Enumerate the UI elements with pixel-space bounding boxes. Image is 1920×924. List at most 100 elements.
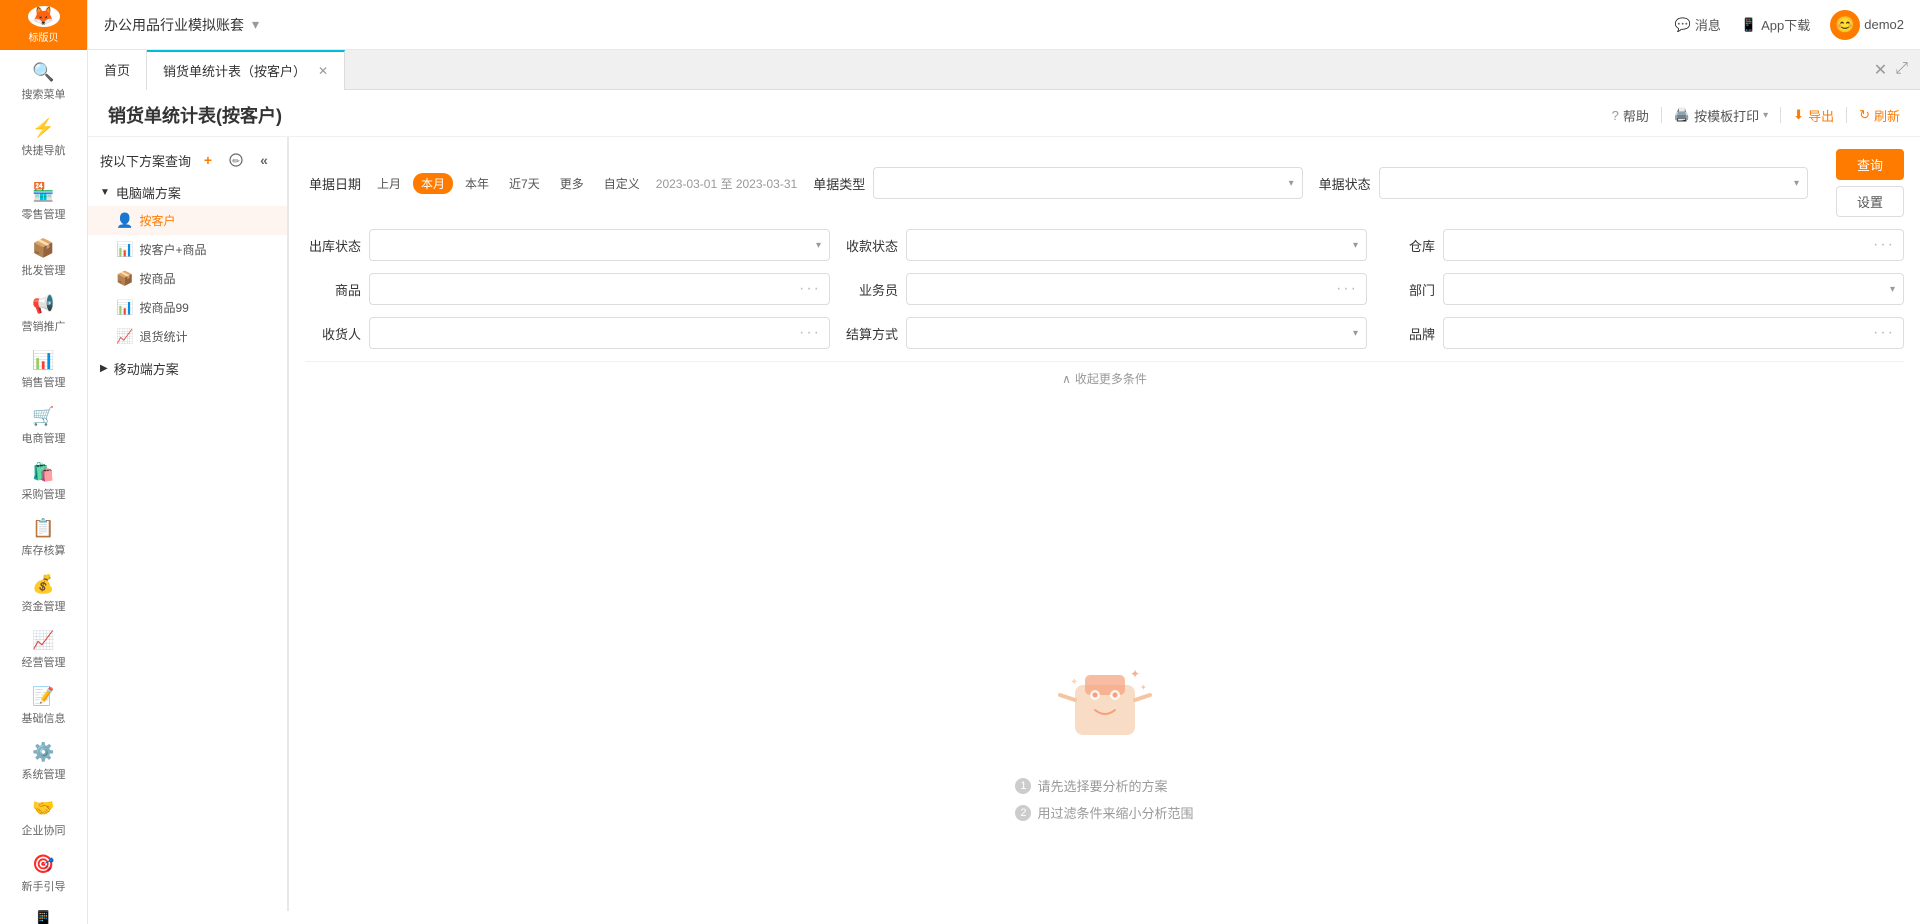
tab-sales-stat[interactable]: 销货单统计表（按客户） ✕	[147, 50, 345, 90]
scheme-group-header-desktop[interactable]: ▼ 电脑端方案	[88, 179, 287, 206]
date-btn-last-7[interactable]: 近7天	[501, 173, 548, 194]
doc-type-label: 单据类型	[809, 174, 865, 193]
sidebar-item-wholesale[interactable]: 📦 批发管理	[0, 230, 87, 286]
username: demo2	[1864, 17, 1904, 32]
sidebar-item-ecommerce[interactable]: 🛒 电商管理	[0, 398, 87, 454]
date-btn-more[interactable]: 更多	[552, 173, 592, 194]
sidebar-item-operations[interactable]: 📈 经营管理	[0, 622, 87, 678]
scheme-item-by-customer[interactable]: 👤 按客户	[88, 206, 287, 235]
scheme-add-button[interactable]: +	[197, 149, 219, 171]
scheme-item-return-stat[interactable]: 📈 退货统计	[88, 322, 287, 351]
close-window-icon[interactable]: ✕	[1874, 60, 1887, 80]
warehouse-filter-item: 仓库 ···	[1379, 229, 1904, 261]
salesperson-select[interactable]: ···	[906, 273, 1367, 305]
scheme-group-label: 电脑端方案	[116, 183, 181, 202]
sidebar-item-finance[interactable]: 💰 资金管理	[0, 566, 87, 622]
tip-1-num: 1	[1015, 778, 1031, 794]
department-chevron-icon: ▾	[1890, 284, 1895, 295]
scheme-collapse-button[interactable]: «	[253, 149, 275, 171]
out-status-select[interactable]: ▾	[369, 229, 830, 261]
settlement-select[interactable]: ▾	[906, 317, 1367, 349]
sidebar-item-label: 资金管理	[22, 598, 66, 614]
tab-close-icon[interactable]: ✕	[318, 64, 328, 78]
query-button[interactable]: 查询	[1836, 149, 1904, 180]
out-status-label: 出库状态	[305, 236, 361, 255]
sidebar-item-marketing[interactable]: 📢 营销推广	[0, 286, 87, 342]
maximize-window-icon[interactable]: ⤢	[1895, 60, 1908, 80]
receiver-dots-icon: ···	[799, 324, 821, 342]
message-button[interactable]: 💬 消息	[1675, 15, 1721, 34]
doc-type-chevron-icon: ▾	[1289, 178, 1294, 189]
scheme-item-by-goods-99[interactable]: 📊 按商品99	[88, 293, 287, 322]
doc-status-chevron-icon: ▾	[1794, 178, 1799, 189]
goods-99-icon: 📊	[116, 299, 133, 316]
sidebar-item-newbie[interactable]: 🎯 新手引导	[0, 846, 87, 902]
user-area[interactable]: 😊 demo2	[1830, 10, 1904, 40]
date-range: 2023-03-01 至 2023-03-31	[656, 175, 797, 192]
warehouse-select[interactable]: ···	[1443, 229, 1904, 261]
department-select[interactable]: ▾	[1443, 273, 1904, 305]
doc-status-select[interactable]: ▾	[1379, 167, 1808, 199]
doc-type-select[interactable]: ▾	[873, 167, 1302, 199]
filter-row-1: 单据日期 上月 本月 本年 近7天 更多 自定义 20	[305, 149, 1904, 217]
scheme-group-header-mobile[interactable]: ▶ 移动端方案	[88, 355, 287, 382]
sidebar-item-label: 批发管理	[22, 262, 66, 278]
retail-icon: 🏪	[32, 182, 54, 203]
divider3	[1846, 107, 1847, 123]
receiver-select[interactable]: ···	[369, 317, 830, 349]
sidebar-item-label: 快捷导航	[22, 142, 66, 158]
date-btn-custom[interactable]: 自定义	[596, 173, 648, 194]
goods-select[interactable]: ···	[369, 273, 830, 305]
export-button[interactable]: ⬇ 导出	[1793, 106, 1834, 125]
sidebar-item-inventory[interactable]: 📋 库存核算	[0, 510, 87, 566]
out-status-filter-item: 出库状态 ▾	[305, 229, 830, 261]
payment-status-label: 收款状态	[842, 236, 898, 255]
content-area: 按以下方案查询 + ✏ « ▼ 电脑端方案	[88, 137, 1920, 911]
refresh-button[interactable]: ↻ 刷新	[1859, 106, 1900, 125]
date-btn-this-year[interactable]: 本年	[457, 173, 497, 194]
sidebar-item-purchase[interactable]: 🛍️ 采购管理	[0, 454, 87, 510]
sidebar-item-system[interactable]: ⚙️ 系统管理	[0, 734, 87, 790]
empty-state: ✦ ✦ ✦ 1 请先选择要分析的方案 2 用过滤条件来缩小分析范围	[289, 551, 1920, 911]
scheme-edit-button[interactable]: ✏	[225, 149, 247, 171]
template-print-button[interactable]: 🖨️ 按模板打印 ▾	[1674, 106, 1768, 125]
template-print-arrow: ▾	[1763, 110, 1768, 121]
scheme-item-label: 按客户	[139, 212, 175, 229]
sidebar-item-app-center[interactable]: 📱 应用中心	[0, 902, 87, 924]
collapse-button[interactable]: ∧ 收起更多条件	[1062, 370, 1147, 387]
collapse-label: 收起更多条件	[1075, 370, 1147, 387]
sidebar-item-label: 电商管理	[22, 430, 66, 446]
date-btn-this-month[interactable]: 本月	[413, 173, 453, 194]
payment-status-select[interactable]: ▾	[906, 229, 1367, 261]
sidebar-item-enterprise[interactable]: 🤝 企业协同	[0, 790, 87, 846]
settings-button[interactable]: 设置	[1836, 186, 1904, 217]
sidebar-item-quick-nav[interactable]: ⚡ 快捷导航	[0, 110, 87, 166]
operations-icon: 📈	[32, 630, 54, 651]
message-icon: 💬	[1675, 17, 1691, 33]
sidebar-item-sales[interactable]: 📊 销售管理	[0, 342, 87, 398]
sidebar-nav: 🔍 搜索菜单 ⚡ 快捷导航 🏪 零售管理 📦 批发管理 📢 营销推广 📊 销售管…	[0, 50, 87, 924]
empty-tip-2: 2 用过滤条件来缩小分析范围	[1015, 803, 1193, 822]
sidebar-item-search[interactable]: 🔍 搜索菜单	[0, 54, 87, 110]
collapse-bar: ∧ 收起更多条件	[305, 361, 1904, 395]
scheme-item-label: 按客户+商品	[139, 241, 206, 258]
header-dropdown-icon[interactable]: ▾	[252, 16, 259, 33]
app-download-button[interactable]: 📱 App下载	[1741, 15, 1810, 34]
help-button[interactable]: ? 帮助	[1612, 106, 1649, 125]
scheme-item-by-customer-goods[interactable]: 📊 按客户+商品	[88, 235, 287, 264]
chevron-right-icon: ▶	[100, 363, 108, 374]
date-btn-last-month[interactable]: 上月	[369, 173, 409, 194]
scheme-item-by-goods[interactable]: 📦 按商品	[88, 264, 287, 293]
header-title: 办公用品行业模拟账套	[104, 15, 244, 35]
brand-select[interactable]: ···	[1443, 317, 1904, 349]
sidebar-item-basics[interactable]: 📝 基础信息	[0, 678, 87, 734]
sidebar-item-label: 营销推广	[22, 318, 66, 334]
sidebar-item-label: 新手引导	[22, 878, 66, 894]
tip-1-text: 请先选择要分析的方案	[1037, 776, 1167, 795]
date-filter: 上月 本月 本年 近7天 更多 自定义 2023-03-01 至 2023-03…	[369, 173, 797, 194]
sidebar-item-label: 库存核算	[22, 542, 66, 558]
scheme-group-desktop: ▼ 电脑端方案 👤 按客户 📊 按客户+商品 📦 按商品	[88, 179, 287, 351]
sidebar-item-retail[interactable]: 🏪 零售管理	[0, 174, 87, 230]
svg-text:✦: ✦	[1070, 677, 1078, 688]
tab-home[interactable]: 首页	[88, 50, 147, 90]
